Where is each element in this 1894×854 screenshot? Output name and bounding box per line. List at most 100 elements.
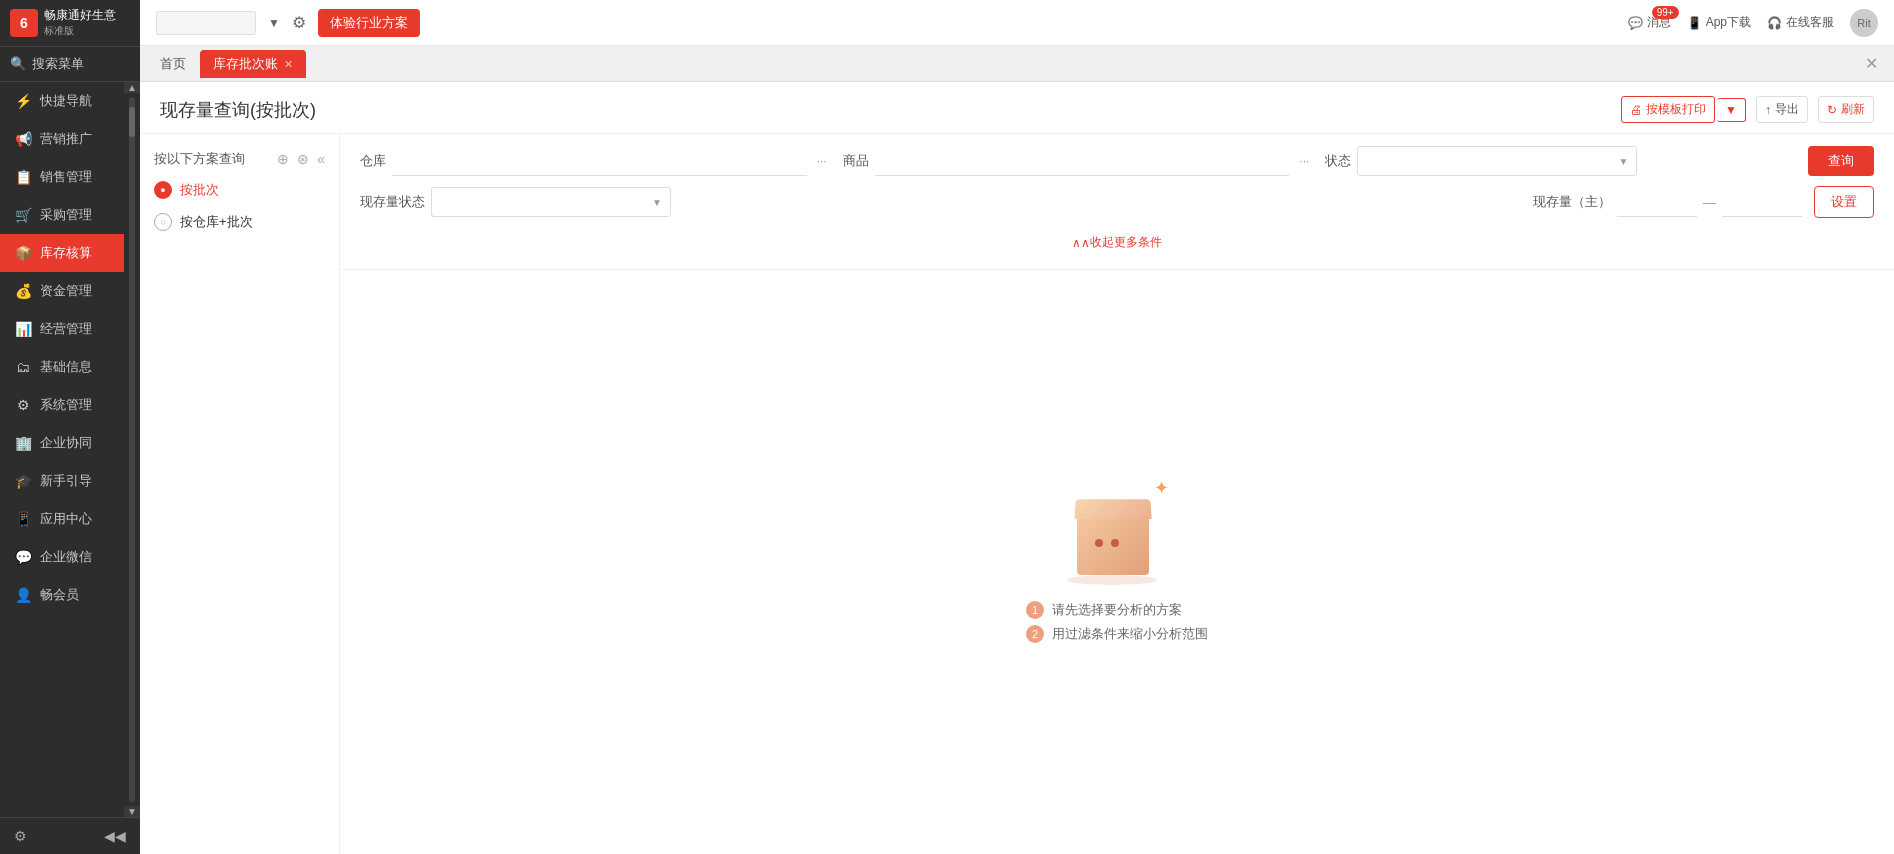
refresh-btn[interactable]: ↻ 刷新 <box>1818 96 1874 123</box>
sidebar-item-label: 系统管理 <box>40 396 92 414</box>
sidebar-item-system[interactable]: ⚙ 系统管理 <box>0 386 124 424</box>
collapse-row[interactable]: ∧∧ 收起更多条件 <box>360 228 1874 257</box>
scheme-by-batch-label: 按批次 <box>180 181 219 199</box>
query-btn[interactable]: 查询 <box>1808 146 1874 176</box>
empty-state: ✦ 1 请先选择要分析的方案 2 用过滤条件来缩小分析范围 <box>1026 475 1208 649</box>
sales-icon: 📋 <box>14 168 32 186</box>
warehouse-more-btn[interactable]: ··· <box>813 154 831 168</box>
sidebar-item-label: 企业微信 <box>40 548 92 566</box>
scheme-by-batch[interactable]: ● 按批次 <box>140 174 339 206</box>
scroll-thumb <box>129 107 135 137</box>
inventory-status-select[interactable]: ▼ <box>431 187 671 217</box>
status-field: 状态 ▼ <box>1325 146 1796 176</box>
header-settings-icon[interactable]: ⚙ <box>292 13 306 32</box>
product-more-btn[interactable]: ··· <box>1295 154 1313 168</box>
sidebar-item-app-center[interactable]: 📱 应用中心 <box>0 500 124 538</box>
enterprise-icon: 🏢 <box>14 434 32 452</box>
sidebar-item-label: 新手引导 <box>40 472 92 490</box>
panel-icons: ⊕ ⊛ « <box>277 151 325 167</box>
user-name: Rit <box>1857 17 1870 29</box>
sidebar-item-operations[interactable]: 📊 经营管理 <box>0 310 124 348</box>
export-btn[interactable]: ↑ 导出 <box>1756 96 1808 123</box>
scheme-by-warehouse-batch-label: 按仓库+批次 <box>180 213 253 231</box>
product-input[interactable] <box>875 146 1290 176</box>
nav-dropdown-btn[interactable]: ▼ <box>268 16 280 30</box>
system-icon: ⚙ <box>14 396 32 414</box>
sidebar-item-enterprise[interactable]: 🏢 企业协同 <box>0 424 124 462</box>
search-icon: 🔍 <box>10 56 26 71</box>
illustration-lid <box>1074 499 1151 519</box>
scheme-settings-icon[interactable]: ⊛ <box>297 151 309 167</box>
empty-illustration: ✦ <box>1057 475 1177 585</box>
page-content: 现存量查询(按批次) 🖨 按模板打印 ▼ ↑ 导出 ↻ 刷新 <box>140 82 1894 854</box>
chevron-up-icon: ∧∧ <box>1072 236 1090 250</box>
app-download-action[interactable]: 📱 App下载 <box>1687 14 1751 31</box>
message-icon: 💬 <box>1628 16 1643 30</box>
messages-action[interactable]: 💬 消息 99+ <box>1628 14 1671 31</box>
sidebar-item-enterprise-wechat[interactable]: 💬 企业微信 <box>0 538 124 576</box>
page-title: 现存量查询(按批次) <box>160 98 316 122</box>
scheme-by-warehouse-batch[interactable]: ○ 按仓库+批次 <box>140 206 339 238</box>
sidebar-item-membership[interactable]: 👤 畅会员 <box>0 576 124 614</box>
sidebar-item-quick-nav[interactable]: ⚡ 快捷导航 <box>0 82 124 120</box>
filter-area: 仓库 ··· 商品 ··· 状态 <box>340 134 1894 270</box>
online-service-label: 在线客服 <box>1786 14 1834 31</box>
app-logo: 6 <box>10 9 38 37</box>
avatar: Rit <box>1850 9 1878 37</box>
scroll-up-btn[interactable]: ▲ <box>124 82 140 93</box>
sidebar-item-basics[interactable]: 🗂 基础信息 <box>0 348 124 386</box>
tip-number-2: 2 <box>1026 625 1044 643</box>
scheme-collapse-icon[interactable]: « <box>317 151 325 167</box>
sidebar-item-purchase[interactable]: 🛒 采购管理 <box>0 196 124 234</box>
tab-inventory-batch[interactable]: 库存批次账 ✕ <box>200 50 306 78</box>
warehouse-field: 仓库 ··· <box>360 146 831 176</box>
nav-search-input[interactable] <box>156 11 256 35</box>
sidebar-item-sales[interactable]: 📋 销售管理 <box>0 158 124 196</box>
user-profile[interactable]: Rit <box>1850 9 1878 37</box>
warehouse-label: 仓库 <box>360 152 386 170</box>
sidebar-settings-icon[interactable]: ⚙ <box>14 828 27 844</box>
scheme-active-icon: ● <box>154 181 172 199</box>
warehouse-input[interactable] <box>392 146 807 176</box>
print-action[interactable]: 🖨 按模板打印 ▼ <box>1621 96 1746 123</box>
tab-close-btn[interactable]: ✕ <box>284 58 293 71</box>
sidebar-item-label: 快捷导航 <box>40 92 92 110</box>
sidebar-collapse-icon[interactable]: ◀◀ <box>104 828 126 844</box>
sidebar-item-finance[interactable]: 💰 资金管理 <box>0 272 124 310</box>
app-title: 畅康通好生意 <box>44 8 116 24</box>
inventory-status-label: 现存量状态 <box>360 193 425 211</box>
sidebar-item-inventory[interactable]: 📦 库存核算 <box>0 234 124 272</box>
sidebar-item-newbie[interactable]: 🎓 新手引导 <box>0 462 124 500</box>
sidebar-item-marketing[interactable]: 📢 营销推广 <box>0 120 124 158</box>
sidebar-item-label: 基础信息 <box>40 358 92 376</box>
sidebar-nav: ⚡ 快捷导航 📢 营销推广 📋 销售管理 🛒 采购管理 📦 库存核算 💰 <box>0 82 124 817</box>
enterprise-wechat-icon: 💬 <box>14 548 32 566</box>
inventory-qty-to-input[interactable] <box>1722 187 1802 217</box>
sidebar-item-label: 库存核算 <box>40 244 92 262</box>
settings-btn[interactable]: 设置 <box>1814 186 1874 218</box>
panel-header: 按以下方案查询 ⊕ ⊛ « <box>140 144 339 174</box>
add-scheme-icon[interactable]: ⊕ <box>277 151 289 167</box>
status-select[interactable]: ▼ <box>1357 146 1637 176</box>
online-service-action[interactable]: 🎧 在线客服 <box>1767 14 1834 31</box>
illustration-eye-left <box>1095 539 1103 547</box>
collapse-label: 收起更多条件 <box>1090 234 1162 251</box>
scroll-track <box>129 97 135 802</box>
sidebar-search[interactable]: 🔍 搜索菜单 <box>0 47 140 82</box>
empty-tips: 1 请先选择要分析的方案 2 用过滤条件来缩小分析范围 <box>1026 601 1208 649</box>
print-btn[interactable]: 🖨 按模板打印 <box>1621 96 1715 123</box>
refresh-icon: ↻ <box>1827 103 1837 117</box>
print-dropdown-btn[interactable]: ▼ <box>1717 98 1746 122</box>
sidebar-item-label: 销售管理 <box>40 168 92 186</box>
phone-icon: 📱 <box>1687 16 1702 30</box>
sidebar-item-label: 应用中心 <box>40 510 92 528</box>
trial-btn[interactable]: 体验行业方案 <box>318 9 420 37</box>
tab-panel-close-icon[interactable]: ✕ <box>1857 54 1886 73</box>
scroll-down-btn[interactable]: ▼ <box>124 806 140 817</box>
sidebar-header: 6 畅康通好生意 标准版 <box>0 0 140 47</box>
sidebar-search-label: 搜索菜单 <box>32 55 84 73</box>
refresh-label: 刷新 <box>1841 101 1865 118</box>
inventory-qty-label: 现存量（主） <box>1533 193 1611 211</box>
inventory-qty-from-input[interactable] <box>1617 187 1697 217</box>
tab-home[interactable]: 首页 <box>148 50 198 78</box>
